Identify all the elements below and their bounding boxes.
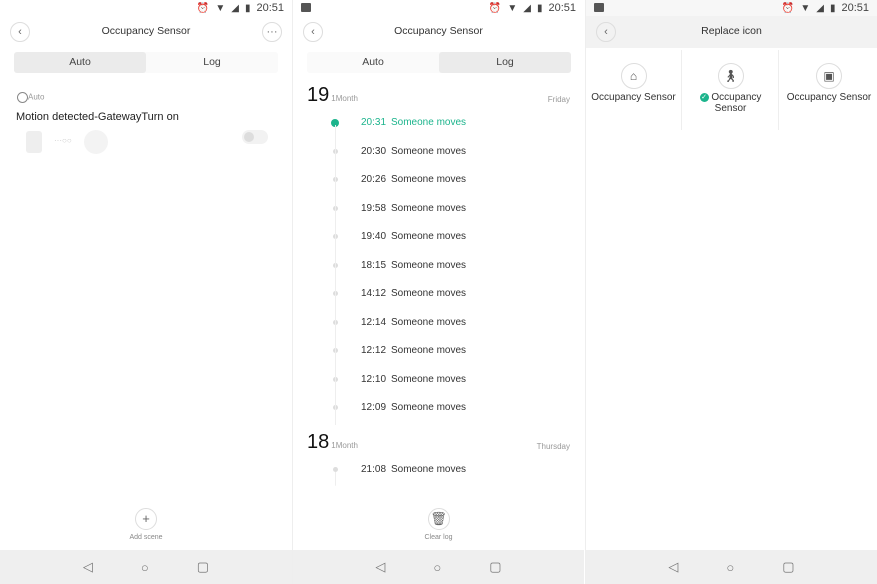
nav-recents-icon[interactable]: ▢ <box>197 559 209 575</box>
tab-bar: Auto Log <box>14 52 278 73</box>
icon-option-3[interactable]: ▣ Occupancy Sensor <box>780 50 877 130</box>
log-entry[interactable]: 20:26 Someone moves <box>293 172 584 188</box>
signal-icon: ◢ <box>523 2 531 14</box>
log-entry[interactable]: 21:08 Someone moves <box>293 462 584 478</box>
battery-icon: ▮ <box>829 2 836 14</box>
page-title: Occupancy Sensor <box>394 25 483 37</box>
day-header: 19 1Month Friday <box>307 84 570 106</box>
header: ‹ Replace icon <box>586 16 877 48</box>
wifi-icon: ▼ <box>800 2 811 14</box>
log-entry[interactable]: 19:40 Someone moves <box>293 229 584 245</box>
log-screen: ⏰ ▼ ◢ ▮ 20:51 ‹ Occupancy Sensor Auto Log 19… <box>292 0 584 584</box>
timeline-line <box>335 125 336 425</box>
plus-icon: + <box>135 508 157 530</box>
clock: 20:51 <box>548 2 576 14</box>
icon-option-2[interactable]: 🚶︎ ✓ Occupancy Sensor <box>683 50 779 130</box>
tab-auto[interactable]: Auto <box>307 52 439 73</box>
log-entry[interactable]: 12:14 Someone moves <box>293 315 584 331</box>
icon-grid: ⌂ Occupancy Sensor 🚶︎ ✓ Occupancy Sensor ▣… <box>586 48 877 132</box>
log-entry[interactable]: 20:31 Someone moves <box>293 115 584 131</box>
auto-screen: ⏰ ▼ ◢ ▮ 20:51 ‹ Occupancy Sensor ··· Auto Lo… <box>0 0 292 584</box>
scene-toggle[interactable] <box>242 130 268 144</box>
square-sensor-icon: ▣ <box>816 63 842 89</box>
robot-icon <box>17 92 28 103</box>
trash-icon: 🗑︎ <box>427 508 450 530</box>
battery-icon: ▮ <box>244 2 251 14</box>
signal-icon: ◢ <box>816 2 824 14</box>
fade-overlay <box>293 485 584 507</box>
icon-option-1[interactable]: ⌂ Occupancy Sensor <box>586 50 682 130</box>
status-bar: ⏰ ▼ ◢ ▮ 20:51 <box>586 0 877 16</box>
tab-auto[interactable]: Auto <box>14 52 146 73</box>
clock: 20:51 <box>256 2 284 14</box>
nav-recents-icon[interactable]: ▢ <box>489 559 501 575</box>
nav-home-icon[interactable]: ○ <box>141 560 149 575</box>
tab-bar: Auto Log <box>307 52 571 73</box>
nav-back-icon[interactable]: ◁ <box>668 559 678 575</box>
log-entry[interactable]: 14:12 Someone moves <box>293 286 584 302</box>
page-title: Replace icon <box>701 25 762 37</box>
log-entry[interactable]: 18:15 Someone moves <box>293 258 584 274</box>
page-title: Occupancy Sensor <box>101 25 191 37</box>
alarm-icon: ⏰ <box>781 2 795 14</box>
wifi-icon: ▼ <box>215 2 226 14</box>
tab-log[interactable]: Log <box>439 52 571 73</box>
image-notification-icon <box>301 3 311 12</box>
image-notification-icon <box>594 3 604 12</box>
scene-title[interactable]: Motion detected-GatewayTurn on <box>16 111 179 123</box>
timeline-line <box>335 471 336 486</box>
wifi-icon: ▼ <box>507 2 518 14</box>
replace-icon-screen: ⏰ ▼ ◢ ▮ 20:51 ‹ Replace icon ⌂ Occupancy Sens… <box>585 0 877 584</box>
link-icon: ···○○ <box>54 136 72 145</box>
tab-log[interactable]: Log <box>146 52 278 73</box>
log-entry[interactable]: 12:10 Someone moves <box>293 372 584 388</box>
header: ‹ Occupancy Sensor ··· <box>0 16 292 48</box>
signal-icon: ◢ <box>231 2 239 14</box>
add-scene-button[interactable]: + Add scene <box>0 508 292 541</box>
empty-area <box>586 132 877 550</box>
sensor-device-icon <box>26 131 42 153</box>
alarm-icon: ⏰ <box>196 2 210 14</box>
nav-recents-icon[interactable]: ▢ <box>782 559 794 575</box>
header: ‹ Occupancy Sensor <box>293 16 584 48</box>
nav-bar: ◁ ○ ▢ <box>293 550 584 584</box>
log-entry[interactable]: 12:09 Someone moves <box>293 400 584 416</box>
clear-log-button[interactable]: 🗑︎ Clear log <box>293 508 584 541</box>
selected-check-icon: ✓ <box>699 92 709 102</box>
house-icon: ⌂ <box>620 63 647 89</box>
nav-home-icon[interactable]: ○ <box>433 560 441 575</box>
nav-bar: ◁ ○ ▢ <box>586 550 877 584</box>
log-entry[interactable]: 20:30 Someone moves <box>293 144 584 160</box>
log-entry[interactable]: 19:58 Someone moves <box>293 201 584 217</box>
nav-back-icon[interactable]: ◁ <box>375 559 385 575</box>
more-button[interactable]: ··· <box>262 22 282 42</box>
clock: 20:51 <box>841 2 869 14</box>
day-header: 18 1Month Thursday <box>307 430 570 453</box>
walking-person-icon: 🚶︎ <box>717 63 744 89</box>
nav-home-icon[interactable]: ○ <box>726 560 734 575</box>
status-bar: ⏰ ▼ ◢ ▮ 20:51 <box>0 0 292 16</box>
scene-tag: Auto <box>17 92 44 103</box>
nav-back-icon[interactable]: ◁ <box>83 559 93 575</box>
nav-bar: ◁ ○ ▢ <box>0 550 292 584</box>
gateway-device-icon <box>84 130 108 154</box>
battery-icon: ▮ <box>536 2 543 14</box>
status-bar: ⏰ ▼ ◢ ▮ 20:51 <box>293 0 584 16</box>
log-entry[interactable]: 12:12 Someone moves <box>293 343 584 359</box>
alarm-icon: ⏰ <box>488 2 502 14</box>
